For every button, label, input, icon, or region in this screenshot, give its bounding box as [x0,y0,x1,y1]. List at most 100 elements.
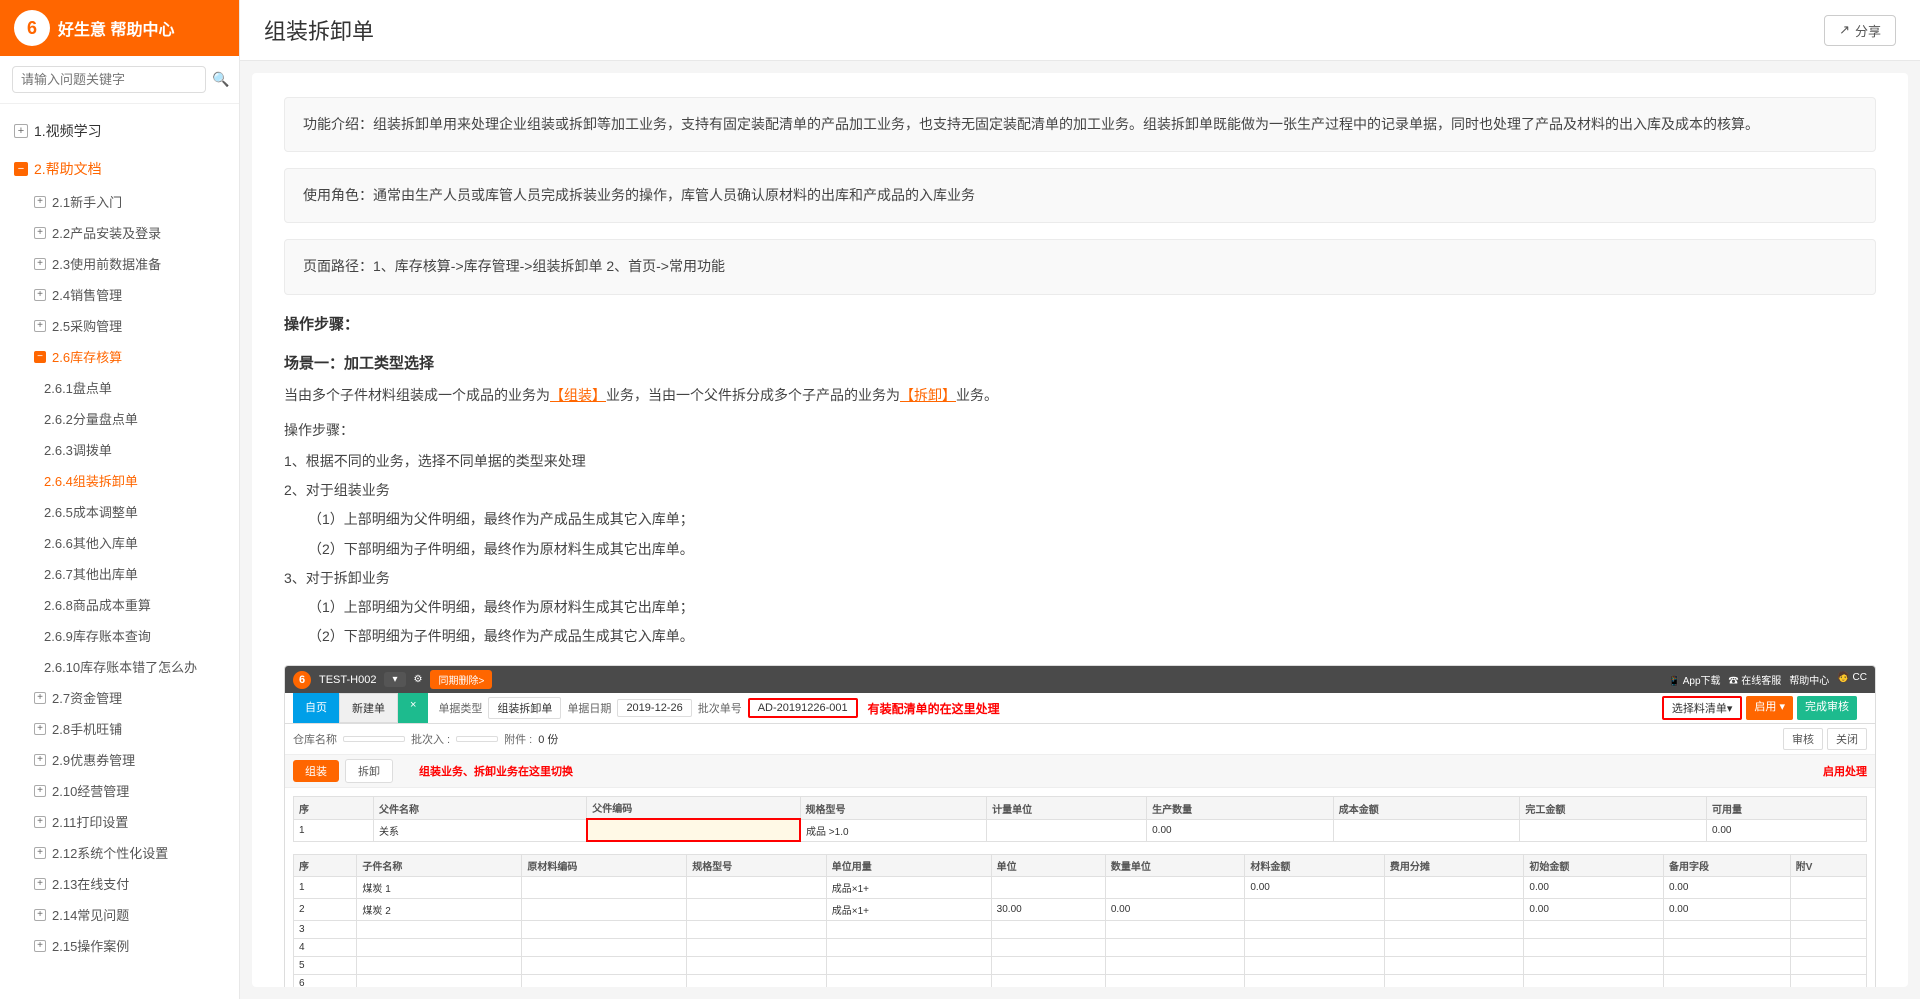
nav-section-2: − 2.帮助文档 + 2.1新手入门 + 2.2产品安装及登录 [0,150,239,963]
sidebar-item-install[interactable]: + 2.2产品安装及登录 [0,217,239,248]
sidebar-item-data-prep[interactable]: + 2.3使用前数据准备 [0,248,239,279]
role-box: 使用角色：通常由生产人员或库管人员完成拆装业务的操作，库管人员确认原材料的出库和… [284,168,1876,223]
purchase-label: 2.5采购管理 [52,316,122,335]
table-row: 5 [294,957,1867,975]
inventory-sub-items: 2.6.1盘点单 2.6.2分量盘点单 2.6.3调拨单 2.6.4组装拆卸单 … [0,372,239,682]
screenshot-container: 6 TEST-H002 ▾ ⚙ 同期删除> 📱 App下载 ☎ 在线客服 帮助中… [284,665,1876,987]
sidebar-item-customize[interactable]: + 2.12系统个性化设置 [0,837,239,868]
sidebar-item-mobile[interactable]: + 2.8手机旺铺 [0,713,239,744]
page-title: 组装拆卸单 [264,14,374,46]
mock-titlebar: 6 TEST-H002 ▾ ⚙ 同期删除> 📱 App下载 ☎ 在线客服 帮助中… [285,666,1875,693]
intro-box: 功能介绍：组装拆卸单用来处理企业组装或拆卸等加工业务，支持有固定装配清单的产品加… [284,97,1876,152]
sidebar-item-coupon[interactable]: + 2.9优惠券管理 [0,744,239,775]
sidebar-item-inventory-fix[interactable]: 2.6.10库存账本错了怎么办 [0,651,239,682]
share-button[interactable]: ↗ 分享 [1824,15,1896,46]
main-content: 组装拆卸单 ↗ 分享 功能介绍：组装拆卸单用来处理企业组装或拆卸等加工业务，支持… [240,0,1920,999]
search-input[interactable] [12,66,206,93]
sidebar-item-sales[interactable]: + 2.4销售管理 [0,279,239,310]
mock-tab-home[interactable]: 自页 [293,693,339,723]
mock-select-btn[interactable]: 选择料清单▾ [1662,696,1743,720]
col-seq: 序 [294,797,374,820]
step-2-2: （2）下部明细为子件明细，最终作为原材料生成其它出库单。 [284,537,1876,562]
mock-tab-active[interactable]: × [398,693,428,723]
mock-complete-btn[interactable]: 完成审核 [1797,696,1857,720]
mock-lower-table-container: 序 子件名称 原材料编码 规格型号 单位用量 单位 数量单位 材料金额 费用分摊… [285,846,1875,987]
beginner-label: 2.1新手入门 [52,192,122,211]
annotation-1: 有装配清单的在这里处理 [868,700,1000,717]
sidebar-item-video[interactable]: + 1.视频学习 [0,114,239,148]
collapse-icon-2: − [14,162,28,176]
cases-label: 2.15操作案例 [52,936,129,955]
sidebar-item-operation[interactable]: + 2.10经营管理 [0,775,239,806]
sidebar-item-stocktake[interactable]: 2.6.1盘点单 [0,372,239,403]
mock-batch-number: AD-20191226-001 [748,698,858,718]
step-1: 1、根据不同的业务，选择不同单据的类型来处理 [284,449,1876,474]
inventory-label: 2.6库存核算 [52,347,122,366]
table-row: 6 [294,975,1867,987]
faq-label: 2.14常见问题 [52,905,129,924]
sidebar-item-cases[interactable]: + 2.15操作案例 [0,930,239,961]
sidebar-item-other-in[interactable]: 2.6.6其他入库单 [0,527,239,558]
mock-enable-btn[interactable]: 启用 ▾ [1746,696,1793,720]
install-label: 2.2产品安装及登录 [52,223,161,242]
step-3-2: （2）下部明细为子件明细，最终作为产成品生成其它入库单。 [284,624,1876,649]
article-body: 功能介绍：组装拆卸单用来处理企业组装或拆卸等加工业务，支持有固定装配清单的产品加… [252,73,1908,987]
mock-disassemble-tab[interactable]: 拆卸 [345,759,393,783]
annotation-3-right: 启用处理 [1823,763,1867,779]
mock-title: TEST-H002 [319,674,376,686]
mock-app: 6 TEST-H002 ▾ ⚙ 同期删除> 📱 App下载 ☎ 在线客服 帮助中… [285,666,1875,987]
role-text: 使用角色：通常由生产人员或库管人员完成拆装业务的操作，库管人员确认原材料的出库和… [303,187,975,203]
sidebar-item-transfer[interactable]: 2.6.3调拨单 [0,434,239,465]
mock-cancel-btn[interactable]: 关闭 [1827,728,1867,750]
table-row: 1 关系 成品 >1.0 0.00 0.00 [294,819,1867,841]
sales-label: 2.4销售管理 [52,285,122,304]
mock-approve-btn[interactable]: 审核 [1783,728,1823,750]
sidebar-item-assembly[interactable]: 2.6.4组装拆卸单 [0,465,239,496]
mock-sub-form: 仓库名称 批次入 : 附件 : 0 份 审核 关闭 [285,724,1875,755]
mock-upper-table-container: 序 父件名称 父件编码 规格型号 计量单位 生产数量 成本金额 完工金额 可用量 [285,788,1875,846]
section-2-children: + 2.1新手入门 + 2.2产品安装及登录 + 2.3使用前数据准备 [0,186,239,961]
sidebar-item-cost-adjust[interactable]: 2.6.5成本调整单 [0,496,239,527]
intro-text: 功能介绍：组装拆卸单用来处理企业组装或拆卸等加工业务，支持有固定装配清单的产品加… [303,116,1759,132]
sidebar-item-finance[interactable]: + 2.7资金管理 [0,682,239,713]
operation-label: 2.10经营管理 [52,781,129,800]
col-parent-name: 父件名称 [373,797,586,820]
sidebar-search: 🔍 [0,56,239,104]
col-unit: 计量单位 [987,797,1147,820]
customize-label: 2.12系统个性化设置 [52,843,168,862]
search-button[interactable]: 🔍 [212,71,229,88]
logo-text: 6 [27,18,37,39]
sidebar-item-inventory-query[interactable]: 2.6.9库存账本查询 [0,620,239,651]
mock-lower-table: 序 子件名称 原材料编码 规格型号 单位用量 单位 数量单位 材料金额 费用分摊… [293,854,1867,987]
annotation-2: 组装业务、拆卸业务在这里切换 [419,763,573,779]
sidebar-item-beginner[interactable]: + 2.1新手入门 [0,186,239,217]
step-3-1: （1）上部明细为父件明细，最终作为原材料生成其它出库单； [284,595,1876,620]
table-row: 1 煤炭 1 成品×1+ 0.00 0.00 0.00 [294,877,1867,899]
col-finish: 完工金额 [1520,797,1707,820]
mock-assemble-tab[interactable]: 组装 [293,760,339,782]
finance-label: 2.7资金管理 [52,688,122,707]
nav-section-1: + 1.视频学习 [0,112,239,150]
mock-tab-new[interactable]: 新建单 [339,693,398,723]
sidebar-header: 6 好生意 帮助中心 [0,0,239,56]
col-cost: 成本金额 [1333,797,1520,820]
mobile-label: 2.8手机旺铺 [52,719,122,738]
sidebar-item-purchase[interactable]: + 2.5采购管理 [0,310,239,341]
sidebar-item-other-out[interactable]: 2.6.7其他出库单 [0,558,239,589]
sidebar-item-partial-stocktake[interactable]: 2.6.2分量盘点单 [0,403,239,434]
sidebar-item-help-docs[interactable]: − 2.帮助文档 [0,152,239,186]
sidebar-nav: + 1.视频学习 − 2.帮助文档 + 2.1新手入门 + [0,104,239,999]
step-2: 2、对于组装业务 [284,478,1876,503]
sidebar-item-print[interactable]: + 2.11打印设置 [0,806,239,837]
data-prep-label: 2.3使用前数据准备 [52,254,161,273]
section-2-label: 2.帮助文档 [34,159,102,179]
col-avail: 可用量 [1706,797,1866,820]
sidebar-item-cost-recalc[interactable]: 2.6.8商品成本重算 [0,589,239,620]
section-1-label: 1.视频学习 [34,121,102,141]
print-label: 2.11打印设置 [52,812,128,831]
sidebar-item-faq[interactable]: + 2.14常见问题 [0,899,239,930]
sidebar-item-payment[interactable]: + 2.13在线支付 [0,868,239,899]
sidebar-item-inventory[interactable]: − 2.6库存核算 [0,341,239,372]
share-label: 分享 [1855,21,1881,40]
mock-form-row: 单据类型 组装拆卸单 单据日期 2019-12-26 批次单号 AD-20191… [428,696,1867,720]
